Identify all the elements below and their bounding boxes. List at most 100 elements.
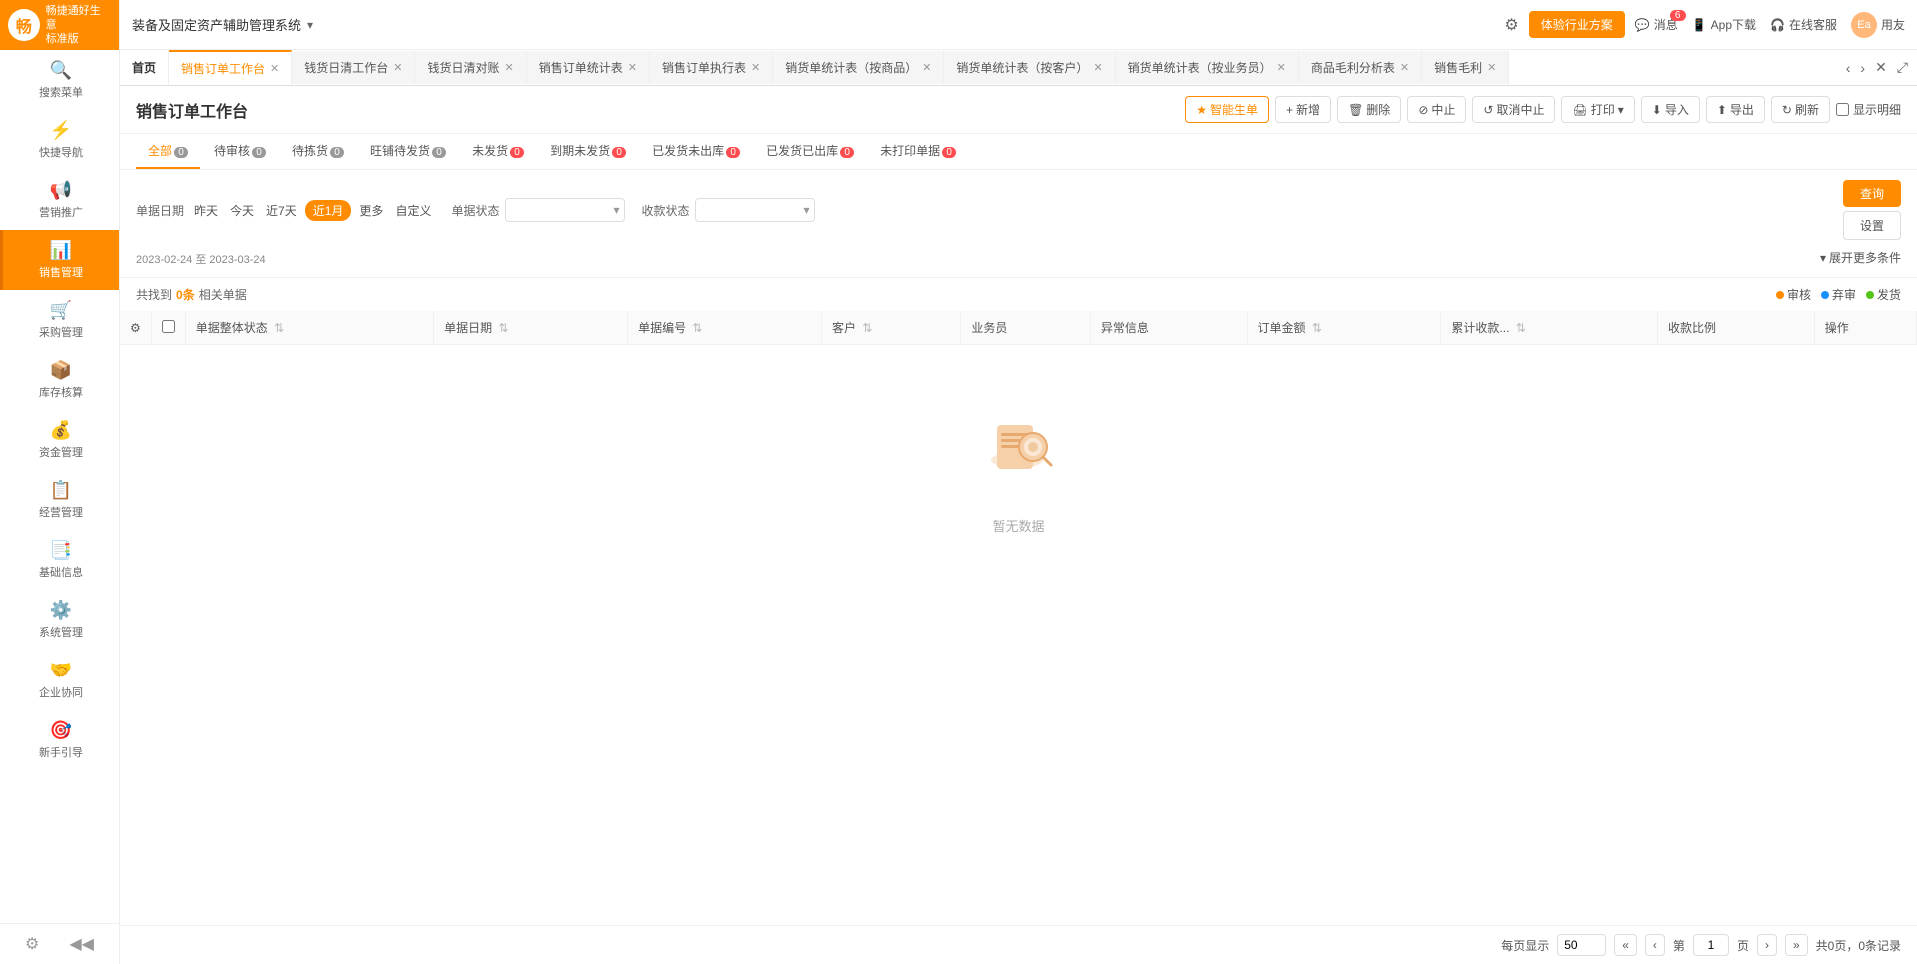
- sidebar-item-0[interactable]: 🔍搜索菜单: [0, 50, 119, 110]
- tab-4[interactable]: 销售订单统计表✕: [527, 51, 650, 84]
- subtab-0[interactable]: 全部0: [136, 134, 200, 169]
- delete-button[interactable]: 🗑 删除: [1337, 96, 1401, 123]
- system-dropdown[interactable]: ▾: [307, 18, 313, 32]
- select-all-checkbox[interactable]: [162, 320, 175, 333]
- tab-close-8[interactable]: ✕: [1277, 61, 1286, 74]
- prev-page-btn[interactable]: ‹: [1645, 934, 1665, 956]
- tab-close-9[interactable]: ✕: [1400, 61, 1409, 74]
- tab-close-6[interactable]: ✕: [922, 61, 931, 74]
- th-collected[interactable]: 累计收款... ⇅: [1441, 311, 1658, 345]
- th-customer[interactable]: 客户 ⇅: [821, 311, 960, 345]
- tab-close-10[interactable]: ✕: [1487, 61, 1496, 74]
- smart-create-button[interactable]: ★ 智能生单: [1185, 96, 1269, 123]
- subtab-8[interactable]: 未打印单据0: [868, 134, 968, 169]
- stop-button[interactable]: ⊘ 中止: [1407, 96, 1466, 123]
- date-7days[interactable]: 近7天: [262, 200, 301, 221]
- tab-8[interactable]: 销货单统计表（按业务员）✕: [1116, 51, 1299, 84]
- tab-0[interactable]: 首页: [120, 51, 169, 84]
- subtab-7[interactable]: 已发货已出库0: [754, 134, 866, 169]
- tab-3[interactable]: 钱货日清对账✕: [415, 51, 526, 84]
- tab-close-3[interactable]: ✕: [505, 61, 514, 74]
- sidebar-icon-4: 🛒: [50, 300, 72, 321]
- th-setting: ⚙: [120, 311, 151, 345]
- tab-close-4[interactable]: ✕: [628, 61, 637, 74]
- sidebar-item-6[interactable]: 💰资金管理: [0, 410, 119, 470]
- th-checkbox[interactable]: [151, 311, 185, 345]
- sidebar-item-4[interactable]: 🛒采购管理: [0, 290, 119, 350]
- th-number[interactable]: 单据编号 ⇅: [628, 311, 822, 345]
- import-button[interactable]: ⬇ 导入: [1641, 96, 1700, 123]
- sidebar-icon-7: 📋: [50, 480, 72, 501]
- tab-5[interactable]: 销售订单执行表✕: [650, 51, 773, 84]
- date-more[interactable]: 更多: [355, 200, 387, 221]
- payment-select[interactable]: [695, 198, 815, 222]
- sidebar-item-9[interactable]: ⚙️系统管理: [0, 590, 119, 650]
- show-detail-checkbox[interactable]: [1836, 103, 1849, 116]
- tab-close-all[interactable]: ✕: [1872, 56, 1890, 79]
- sidebar-item-8[interactable]: 📑基础信息: [0, 530, 119, 590]
- tab-9[interactable]: 商品毛利分析表✕: [1299, 51, 1422, 84]
- set-button[interactable]: 设置: [1843, 211, 1901, 240]
- tab-scroll-right[interactable]: ›: [1857, 57, 1868, 79]
- tab-1[interactable]: 销售订单工作台✕: [169, 50, 292, 85]
- subtab-2[interactable]: 待拣货0: [280, 134, 356, 169]
- last-page-btn[interactable]: »: [1785, 934, 1808, 956]
- subtab-5[interactable]: 到期未发货0: [538, 134, 638, 169]
- subtab-4[interactable]: 未发货0: [460, 134, 536, 169]
- show-detail-label[interactable]: 显示明细: [1836, 101, 1901, 118]
- cancel-stop-button[interactable]: ↺ 取消中止: [1472, 96, 1555, 123]
- sidebar-label-1: 快捷导航: [39, 144, 83, 160]
- next-page-btn[interactable]: ›: [1757, 934, 1777, 956]
- tab-7[interactable]: 销货单统计表（按客户）✕: [944, 51, 1115, 84]
- tab-6[interactable]: 销货单统计表（按商品）✕: [773, 51, 944, 84]
- date-custom[interactable]: 自定义: [391, 200, 435, 221]
- tab-close-1[interactable]: ✕: [270, 62, 279, 75]
- date-1month[interactable]: 近1月: [305, 200, 352, 221]
- tab-close-7[interactable]: ✕: [1093, 61, 1102, 74]
- payment-select-wrap: [695, 198, 815, 222]
- ship-btn[interactable]: 发货: [1866, 286, 1901, 303]
- collapse-icon[interactable]: ◀◀: [69, 934, 94, 954]
- tab-maximize[interactable]: ⤢: [1894, 56, 1911, 79]
- app-download-item[interactable]: 📱 App下载: [1692, 16, 1756, 33]
- th-amount[interactable]: 订单金额 ⇅: [1247, 311, 1441, 345]
- refresh-button[interactable]: ↻ 刷新: [1771, 96, 1830, 123]
- expand-more-btn[interactable]: ▾ 展开更多条件: [1820, 249, 1901, 266]
- th-date[interactable]: 单据日期 ⇅: [434, 311, 628, 345]
- subtab-6[interactable]: 已发货未出库0: [640, 134, 752, 169]
- sidebar-item-3[interactable]: 📊销售管理: [0, 230, 119, 290]
- status-filter-label: 单据状态: [451, 202, 499, 219]
- sidebar-item-10[interactable]: 🤝企业协同: [0, 650, 119, 710]
- page-number-input[interactable]: [1693, 934, 1729, 956]
- online-service-item[interactable]: 🎧 在线客服: [1770, 16, 1837, 33]
- subtab-1[interactable]: 待审核0: [202, 134, 278, 169]
- date-yesterday[interactable]: 昨天: [190, 200, 222, 221]
- user-item[interactable]: Ea 用友: [1851, 12, 1905, 38]
- sidebar-item-11[interactable]: 🎯新手引导: [0, 710, 119, 770]
- print-button[interactable]: 🖨 打印 ▾: [1561, 96, 1634, 123]
- settings-icon[interactable]: ⚙: [25, 934, 39, 954]
- date-today[interactable]: 今天: [226, 200, 258, 221]
- topbar-settings-icon[interactable]: ⚙: [1504, 15, 1518, 35]
- add-button[interactable]: + 新增: [1275, 96, 1331, 123]
- sidebar-item-5[interactable]: 📦库存核算: [0, 350, 119, 410]
- page-size-select[interactable]: 50 10 20 100: [1557, 934, 1606, 956]
- sidebar-item-2[interactable]: 📢营销推广: [0, 170, 119, 230]
- status-select[interactable]: [505, 198, 625, 222]
- cancel-audit-btn[interactable]: 弃审: [1821, 286, 1856, 303]
- query-button[interactable]: 查询: [1843, 180, 1901, 207]
- sidebar-item-1[interactable]: ⚡快捷导航: [0, 110, 119, 170]
- tab-scroll-left[interactable]: ‹: [1843, 57, 1854, 79]
- tab-close-2[interactable]: ✕: [393, 61, 402, 74]
- export-button[interactable]: ⬆ 导出: [1706, 96, 1765, 123]
- th-salesperson[interactable]: 业务员: [961, 311, 1090, 345]
- first-page-btn[interactable]: «: [1614, 934, 1637, 956]
- tab-close-5[interactable]: ✕: [751, 61, 760, 74]
- audit-btn[interactable]: 审核: [1776, 286, 1811, 303]
- industry-button[interactable]: 体验行业方案: [1529, 11, 1625, 38]
- tab-10[interactable]: 销售毛利✕: [1422, 51, 1509, 84]
- sidebar-item-7[interactable]: 📋经营管理: [0, 470, 119, 530]
- subtab-3[interactable]: 旺铺待发货0: [358, 134, 458, 169]
- message-item[interactable]: 💬 消息 6: [1635, 16, 1678, 33]
- tab-2[interactable]: 钱货日清工作台✕: [292, 51, 415, 84]
